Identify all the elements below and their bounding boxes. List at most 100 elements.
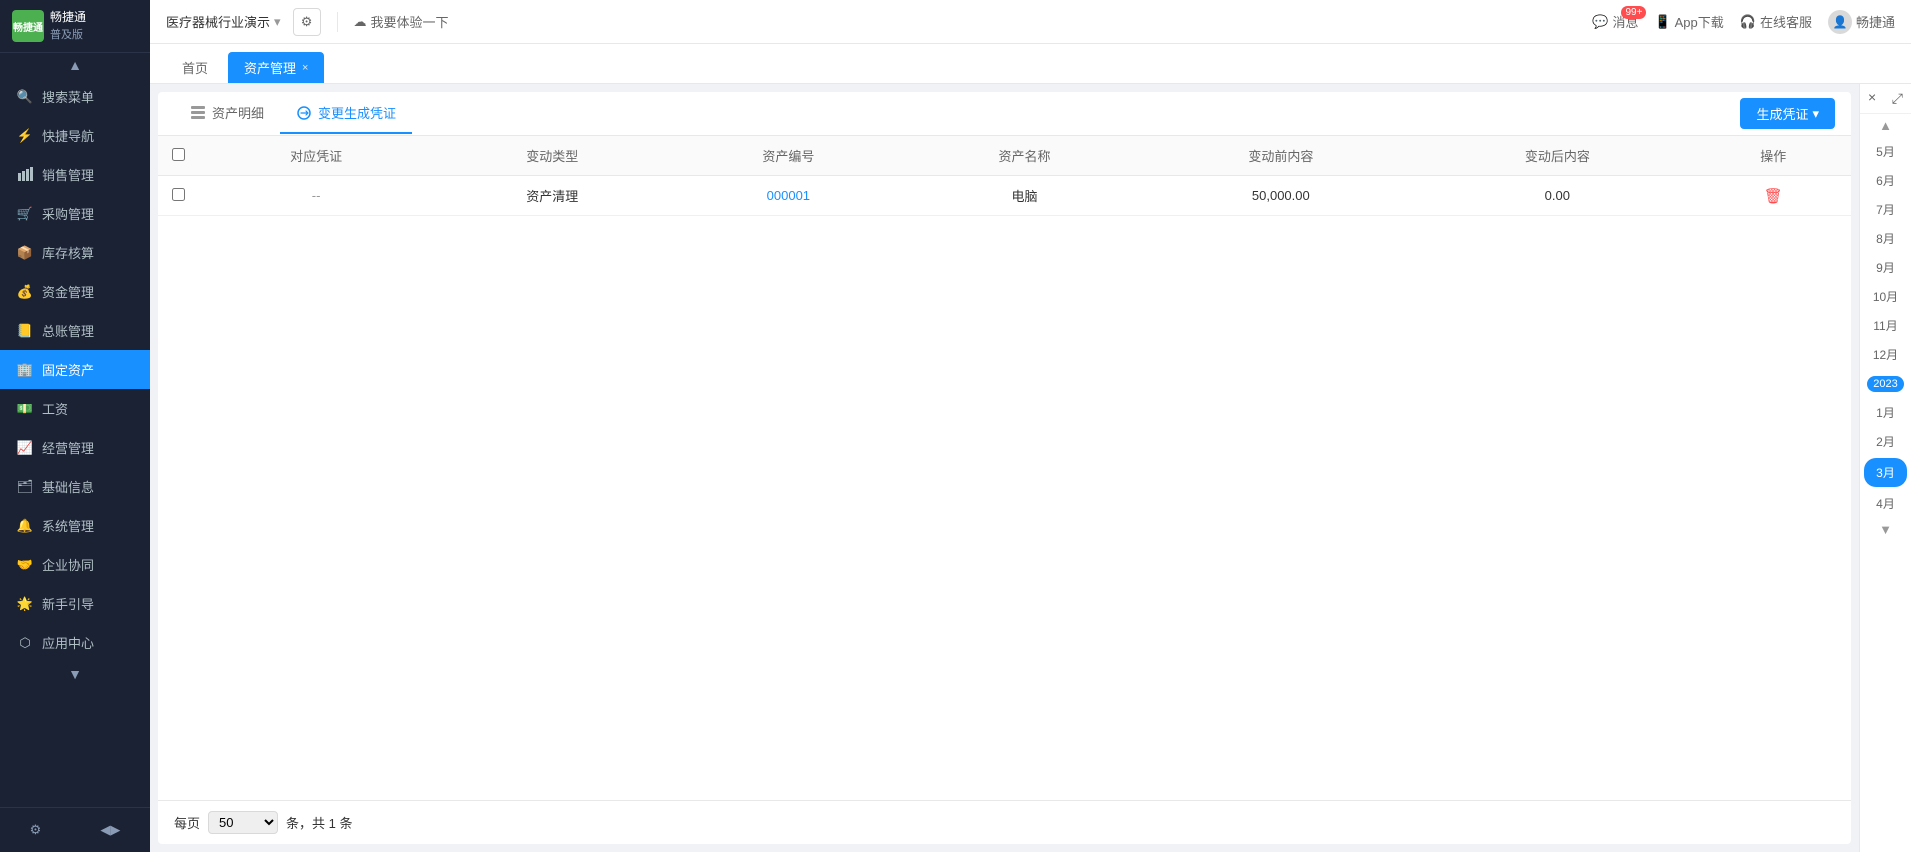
sidebar-item-search[interactable]: 🔍 搜索菜单 [0,77,150,116]
mobile-icon: 📱 [1654,14,1670,30]
topbar-app-download-btn[interactable]: 📱 App下载 [1654,12,1723,31]
quicknav-icon: ⚡ [16,127,34,145]
sidebar-item-fixed-assets[interactable]: 🏢 固定资产 [0,350,150,389]
th-voucher: 对应凭证 [198,136,434,176]
topbar-dropdown-arrow[interactable]: ▾ [274,14,281,30]
sidebar-item-label: 快捷导航 [42,126,94,145]
sidebar: 畅捷通 畅捷通 普及版 ▲ 🔍 搜索菜单 ⚡ 快捷导航 销售管理 🛒 采购管理 [0,0,150,852]
select-all-checkbox[interactable] [172,148,185,161]
tab-asset-mgmt-close[interactable]: × [302,62,308,74]
row-checkbox[interactable] [172,188,185,201]
timeline-item-8[interactable]: 8月 [1860,224,1911,253]
topbar-messages-btn[interactable]: 💬 消息 99+ [1592,12,1638,31]
table-wrap: 对应凭证 变动类型 资产编号 资产名称 变动前内容 变动后内容 操作 [158,136,1851,800]
sidebar-item-label: 销售管理 [42,165,94,184]
sidebar-item-label: 新手引导 [42,594,94,613]
tab-home-label: 首页 [182,58,208,77]
sidebar-item-label: 工资 [42,399,68,418]
th-before-change: 变动前内容 [1143,136,1420,176]
year-badge-2023: 2023 [1867,376,1903,392]
generate-voucher-btn[interactable]: 生成凭证 ▾ [1740,98,1835,129]
topbar-gear-btn[interactable]: ⚙ [293,8,321,36]
user-label: 畅捷通 [1856,12,1895,31]
purchase-icon: 🛒 [16,205,34,223]
sidebar-item-purchase[interactable]: 🛒 采购管理 [0,194,150,233]
sidebar-settings-btn[interactable]: ⚙ [24,816,48,844]
logo-sub: 普及版 [50,26,86,42]
sidebar-item-cooperation[interactable]: 🤝 企业协同 [0,545,150,584]
sub-tab-asset-list[interactable]: 资产明细 [174,93,280,134]
sidebar-item-system[interactable]: 🔔 系统管理 [0,506,150,545]
timeline-item-6[interactable]: 6月 [1860,166,1911,195]
operations-icon: 📈 [16,439,34,457]
sidebar-item-sales[interactable]: 销售管理 [0,155,150,194]
per-page-label: 每页 [174,813,200,832]
sidebar-item-app-center[interactable]: ⬡ 应用中心 [0,623,150,662]
table-header-row: 对应凭证 变动类型 资产编号 资产名称 变动前内容 变动后内容 操作 [158,136,1851,176]
timeline-item-5[interactable]: 5月 [1860,137,1911,166]
data-table: 对应凭证 变动类型 资产编号 资产名称 变动前内容 变动后内容 操作 [158,136,1851,216]
scroll-up-btn[interactable]: ▲ [68,57,82,73]
list-icon [190,105,206,121]
sidebar-item-inventory[interactable]: 📦 库存核算 [0,233,150,272]
sidebar-scroll-down[interactable]: ▼ [0,662,150,686]
sidebar-item-ledger[interactable]: 📒 总账管理 [0,311,150,350]
messages-badge: 99+ [1621,6,1646,19]
content-area: 资产明细 变更生成凭证 生成凭证 ▾ [150,84,1911,852]
timeline-item-7[interactable]: 7月 [1860,195,1911,224]
sidebar-item-finance[interactable]: 💰 资金管理 [0,272,150,311]
sidebar-scroll-up[interactable]: ▲ [0,53,150,77]
delete-btn[interactable]: 🗑 [1764,188,1783,205]
sidebar-item-quicknav[interactable]: ⚡ 快捷导航 [0,116,150,155]
cloud-icon: ☁ [354,14,367,30]
sidebar-item-label: 采购管理 [42,204,94,223]
support-label: 在线客服 [1760,12,1812,31]
topbar-title: 医疗器械行业演示 ▾ [166,12,281,31]
generate-label: 生成凭证 [1756,104,1808,123]
sidebar-item-label: 基础信息 [42,477,94,496]
dropdown-arrow: ▾ [1812,106,1819,122]
sidebar-scroll: ▲ 🔍 搜索菜单 ⚡ 快捷导航 销售管理 🛒 采购管理 📦 库存核算 💰 资金管… [0,53,150,807]
per-page-select[interactable]: 10 20 50 100 [208,811,278,834]
experience-label: 我要体验一下 [371,12,449,31]
app-download-label: App下载 [1675,12,1724,31]
scroll-down-btn[interactable]: ▼ [68,666,82,682]
timeline-item-9[interactable]: 9月 [1860,253,1911,282]
th-after-change: 变动后内容 [1419,136,1696,176]
sub-tab-change-voucher[interactable]: 变更生成凭证 [280,93,412,134]
timeline-item-12[interactable]: 12月 [1860,340,1911,369]
total-label: 条，共 1 条 [286,813,352,832]
panel-expand-btn[interactable]: ⤢ [1892,90,1903,107]
topbar-right: 💬 消息 99+ 📱 App下载 🎧 在线客服 👤 畅捷通 [1592,10,1895,34]
sidebar-item-label: 企业协同 [42,555,94,574]
topbar-support-btn[interactable]: 🎧 在线客服 [1740,12,1812,31]
topbar-experience-btn[interactable]: ☁ 我要体验一下 [354,12,449,31]
sales-icon [16,166,34,184]
sidebar-logo: 畅捷通 畅捷通 普及版 [0,0,150,53]
sidebar-item-guide[interactable]: 🌟 新手引导 [0,584,150,623]
td-change-type: 资产清理 [434,176,670,216]
timeline-item-2023-4[interactable]: 4月 [1860,489,1911,518]
tab-home[interactable]: 首页 [166,52,224,83]
timeline-year-2023: 2023 [1860,369,1911,398]
timeline-item-2023-3[interactable]: 3月 [1864,458,1907,487]
sidebar-item-basic-info[interactable]: 🗂 基础信息 [0,467,150,506]
sidebar-item-payroll[interactable]: 💵 工资 [0,389,150,428]
tab-asset-mgmt[interactable]: 资产管理 × [228,52,324,83]
message-icon: 💬 [1592,14,1608,30]
topbar-user-btn[interactable]: 👤 畅捷通 [1828,10,1895,34]
sidebar-collapse-btn[interactable]: ◀▶ [94,816,126,844]
timeline-item-11[interactable]: 11月 [1860,311,1911,340]
sidebar-item-operations[interactable]: 📈 经营管理 [0,428,150,467]
panel-controls: × ⤢ [1860,84,1911,114]
topbar-title-text: 医疗器械行业演示 [166,12,270,31]
timeline-panel: × ⤢ ▲ 5月 6月 7月 8月 9月 10月 11月 12月 2023 1月… [1859,84,1911,852]
content-main: 资产明细 变更生成凭证 生成凭证 ▾ [158,92,1851,844]
guide-icon: 🌟 [16,595,34,613]
timeline-item-10[interactable]: 10月 [1860,282,1911,311]
panel-close-btn[interactable]: × [1868,90,1876,107]
timeline-item-2023-1[interactable]: 1月 [1860,398,1911,427]
timeline-item-2023-2[interactable]: 2月 [1860,427,1911,456]
timeline-scroll-down-btn[interactable]: ▼ [1860,518,1911,541]
timeline-scroll-up-btn[interactable]: ▲ [1860,114,1911,137]
